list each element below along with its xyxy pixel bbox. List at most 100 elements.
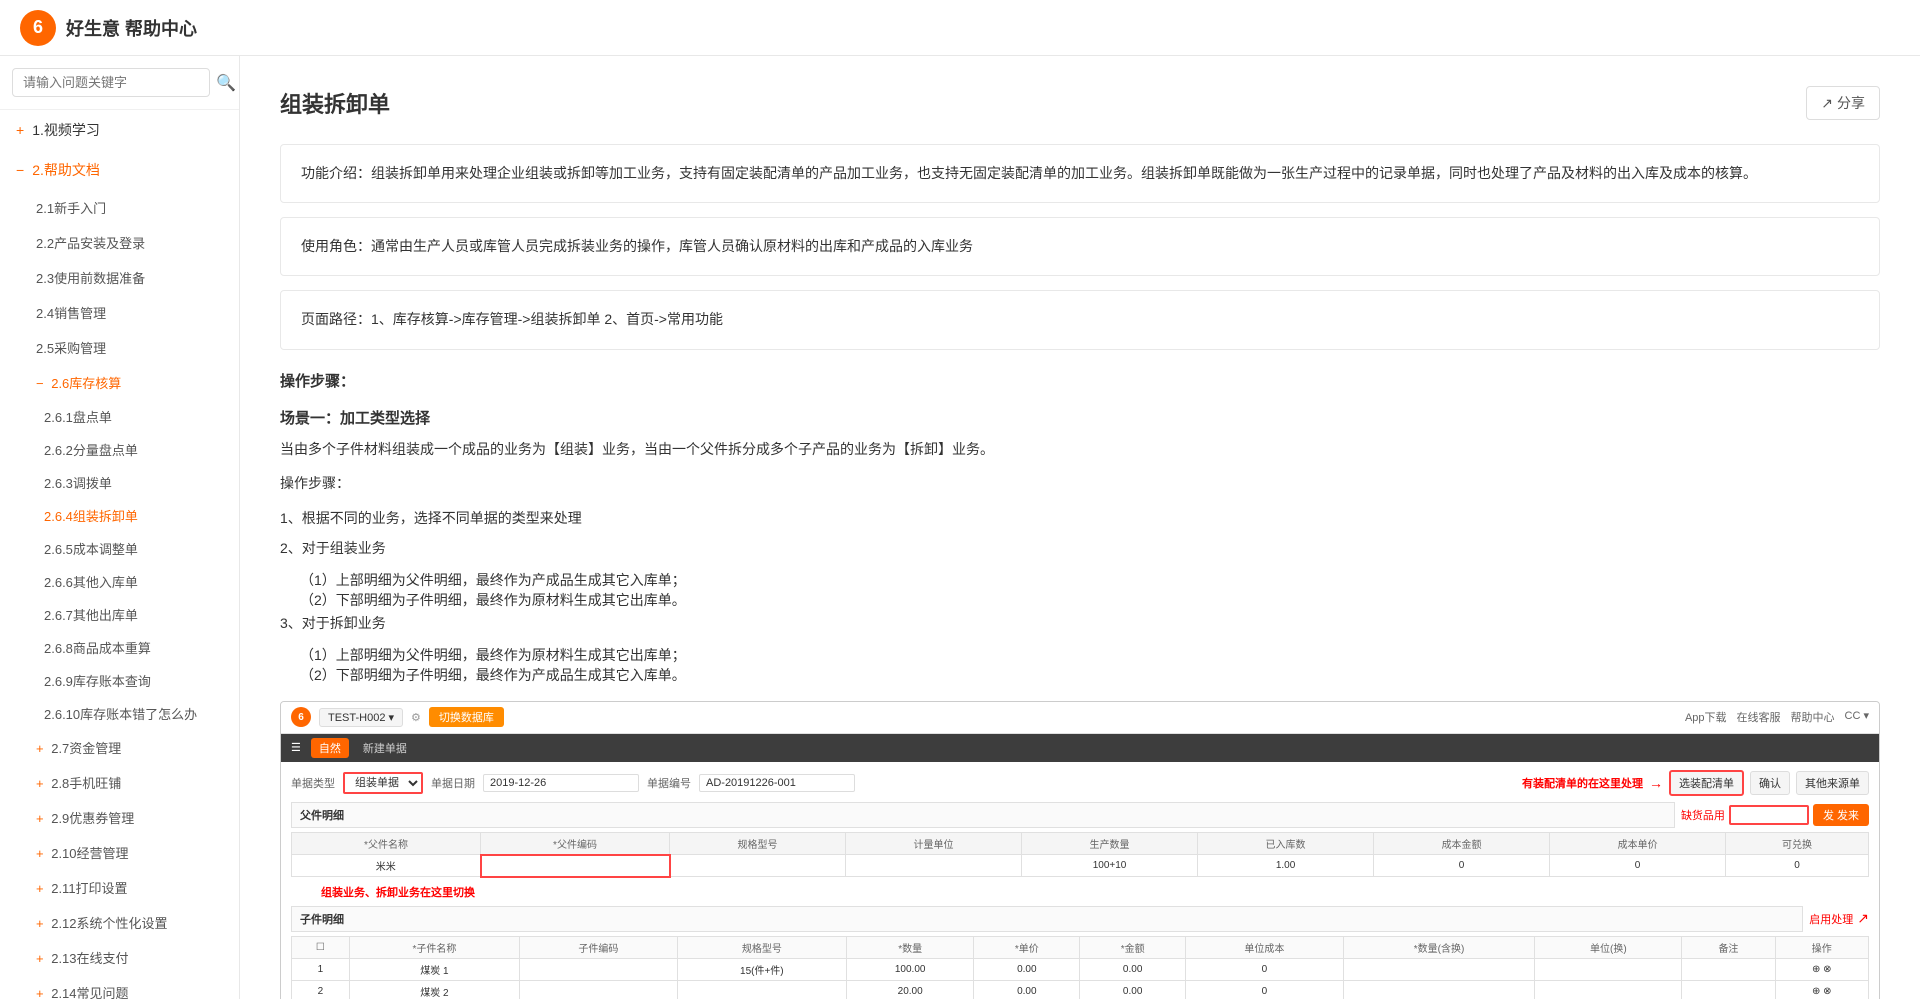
search-icon[interactable]: 🔍: [216, 73, 236, 93]
right-qty-label: 缺货品用: [1681, 807, 1725, 823]
td-parent-code[interactable]: [481, 855, 670, 877]
td-cost-price: 0: [1550, 855, 1726, 877]
app-download-icon: App下载: [1685, 709, 1727, 725]
sidebar-item-inventory[interactable]: − 2.6库存核算: [0, 365, 239, 400]
sidebar-item-inv261[interactable]: 2.6.1盘点单: [0, 400, 239, 433]
th-in-qty: 已入库数: [1198, 832, 1374, 855]
nav-item-new[interactable]: 新建单据: [355, 738, 415, 758]
switch-db-btn[interactable]: 切换数据库: [429, 707, 504, 727]
screenshot-container: 6 TEST-H002 ▾ ⚙ 切换数据库 App下载 在线客服 帮助中心 CC…: [280, 701, 1880, 999]
steps-label: 操作步骤：: [280, 470, 1880, 497]
sidebar-item-video[interactable]: + 1.视频学习: [0, 110, 239, 150]
td-exchange: 0: [1726, 855, 1869, 877]
sidebar-item-sales[interactable]: 2.4销售管理: [0, 295, 239, 330]
step2: 2、对于组装业务: [280, 535, 1880, 562]
sidebar-item-inv262[interactable]: 2.6.2分量盘点单: [0, 433, 239, 466]
activate-label: 启用处理: [1809, 911, 1853, 927]
bottom-section-title: 子件明细: [291, 906, 1803, 932]
store-selector[interactable]: TEST-H002 ▾: [319, 708, 403, 727]
sidebar-item-finance[interactable]: + 2.7资金管理: [0, 730, 239, 765]
th-prod-qty: 生产数量: [1022, 832, 1198, 855]
sidebar-item-coupon[interactable]: + 2.9优惠券管理: [0, 800, 239, 835]
role-box: 使用角色：通常由生产人员或库管人员完成拆装业务的操作，库管人员确认原材料的出库和…: [280, 217, 1880, 276]
main-content: 组装拆卸单 ↗ 分享 功能介绍：组装拆卸单用来处理企业组装或拆卸等加工业务，支持…: [240, 56, 1920, 999]
plus-icon-sysconfig: +: [36, 916, 44, 931]
sidebar-item-inv265[interactable]: 2.6.5成本调整单: [0, 532, 239, 565]
type-select[interactable]: 组装单据 拆卸单据: [343, 772, 423, 794]
other-source-btn[interactable]: 其他来源单: [1796, 771, 1869, 795]
bth-spec: 规格型号: [677, 936, 846, 958]
sidebar-item-data[interactable]: 2.3使用前数据准备: [0, 260, 239, 295]
sidebar-item-inv268[interactable]: 2.6.8商品成本重算: [0, 631, 239, 664]
app-nav: ☰ 自然 新建单据: [281, 734, 1879, 762]
description-box: 功能介绍：组装拆卸单用来处理企业组装或拆卸等加工业务，支持有固定装配清单的产品加…: [280, 144, 1880, 203]
online-service-icon: 在线客服: [1737, 709, 1781, 725]
btd-qty1: 100.00: [846, 958, 973, 980]
th-parent-code: *父件编码: [481, 832, 670, 855]
sidebar-item-inv263[interactable]: 2.6.3调拨单: [0, 466, 239, 499]
btd-ucost1: 0: [1186, 958, 1344, 980]
nav-item-home[interactable]: 自然: [311, 738, 349, 758]
help-center-icon: 帮助中心: [1791, 709, 1835, 725]
th-cost-price: 成本单价: [1550, 832, 1726, 855]
bth-qty: *数量: [846, 936, 973, 958]
btd-code1[interactable]: [520, 958, 678, 980]
btd-qty2-1: [1343, 958, 1535, 980]
date-input[interactable]: [483, 774, 639, 792]
sidebar-item-docs[interactable]: − 2.帮助文档: [0, 150, 239, 190]
role-text: 使用角色：通常由生产人员或库管人员完成拆装业务的操作，库管人员确认原材料的出库和…: [301, 238, 973, 254]
sidebar-item-onlinepay[interactable]: + 2.13在线支付: [0, 940, 239, 975]
sidebar-item-sysconfig[interactable]: + 2.12系统个性化设置: [0, 905, 239, 940]
sidebar-item-purchase[interactable]: 2.5采购管理: [0, 330, 239, 365]
share-icon: ↗: [1821, 95, 1833, 112]
th-spec: 规格型号: [670, 832, 846, 855]
page-header: 组装拆卸单 ↗ 分享: [280, 86, 1880, 120]
sidebar-item-inv2610[interactable]: 2.6.10库存账本错了怎么办: [0, 697, 239, 730]
activate-btn[interactable]: 发 发来: [1813, 804, 1869, 826]
share-button[interactable]: ↗ 分享: [1806, 86, 1880, 120]
sidebar-item-new[interactable]: 2.1新手入门: [0, 190, 239, 225]
annotation2-row: 组装业务、拆卸业务在这里切换: [291, 884, 1869, 900]
bth-qty2: *数量(含换): [1343, 936, 1535, 958]
step3: 3、对于拆卸业务: [280, 610, 1880, 637]
sidebar-item-inv264[interactable]: 2.6.4组装拆卸单: [0, 499, 239, 532]
btd-price1: 0.00: [974, 958, 1080, 980]
btd-qty2: 20.00: [846, 980, 973, 999]
sidebar-item-print[interactable]: + 2.11打印设置: [0, 870, 239, 905]
app-screenshot: 6 TEST-H002 ▾ ⚙ 切换数据库 App下载 在线客服 帮助中心 CC…: [280, 701, 1880, 999]
sidebar-item-manage[interactable]: + 2.10经营管理: [0, 835, 239, 870]
sidebar-item-install[interactable]: 2.2产品安装及登录: [0, 225, 239, 260]
sidebar-item-inv267[interactable]: 2.6.7其他出库单: [0, 598, 239, 631]
td-unit: [846, 855, 1022, 877]
annotation2-text: 组装业务、拆卸业务在这里切换: [321, 884, 475, 900]
step3-sub: （1）上部明细为父件明细，最终作为原材料生成其它出库单； （2）下部明细为子件明…: [280, 645, 1880, 685]
search-bar: 🔍: [0, 56, 239, 110]
confirm-btn[interactable]: 确认: [1750, 771, 1790, 795]
btd-idx2: 2: [292, 980, 350, 999]
td-in-qty: 1.00: [1198, 855, 1374, 877]
bth-remark: 备注: [1682, 936, 1775, 958]
top-section-title: 父件明细: [291, 802, 1675, 828]
step3-sub1: （1）上部明细为父件明细，最终作为原材料生成其它出库单；: [300, 645, 1880, 665]
code-input[interactable]: [699, 774, 855, 792]
description-text: 功能介绍：组装拆卸单用来处理企业组装或拆卸等加工业务，支持有固定装配清单的产品加…: [301, 165, 1757, 181]
sidebar-item-inv266[interactable]: 2.6.6其他入库单: [0, 565, 239, 598]
step2-sub2: （2）下部明细为子件明细，最终作为原材料生成其它出库单。: [300, 590, 1880, 610]
shortage-input[interactable]: [1729, 805, 1809, 825]
sidebar-item-inv269[interactable]: 2.6.9库存账本查询: [0, 664, 239, 697]
btd-name2: 煤炭 2: [349, 980, 519, 999]
btd-unit2-2: [1535, 980, 1682, 999]
select-bom-btn[interactable]: 选装配清单: [1669, 770, 1744, 796]
sidebar-item-faq[interactable]: + 2.14常见问题: [0, 975, 239, 999]
bth-ops: 操作: [1775, 936, 1868, 958]
plus-icon: +: [16, 122, 24, 138]
step1: 1、根据不同的业务，选择不同单据的类型来处理: [280, 505, 1880, 532]
search-input[interactable]: [12, 68, 210, 97]
sidebar-item-mobile[interactable]: + 2.8手机旺铺: [0, 765, 239, 800]
logo-text: 好生意 帮助中心: [66, 15, 197, 41]
user-icon: CC ▾: [1845, 709, 1869, 725]
topbar-icons: App下载 在线客服 帮助中心 CC ▾: [1685, 709, 1869, 725]
plus-icon-print: +: [36, 881, 44, 896]
app-logo-small: 6: [291, 707, 311, 727]
th-cost-amt: 成本金额: [1374, 832, 1550, 855]
